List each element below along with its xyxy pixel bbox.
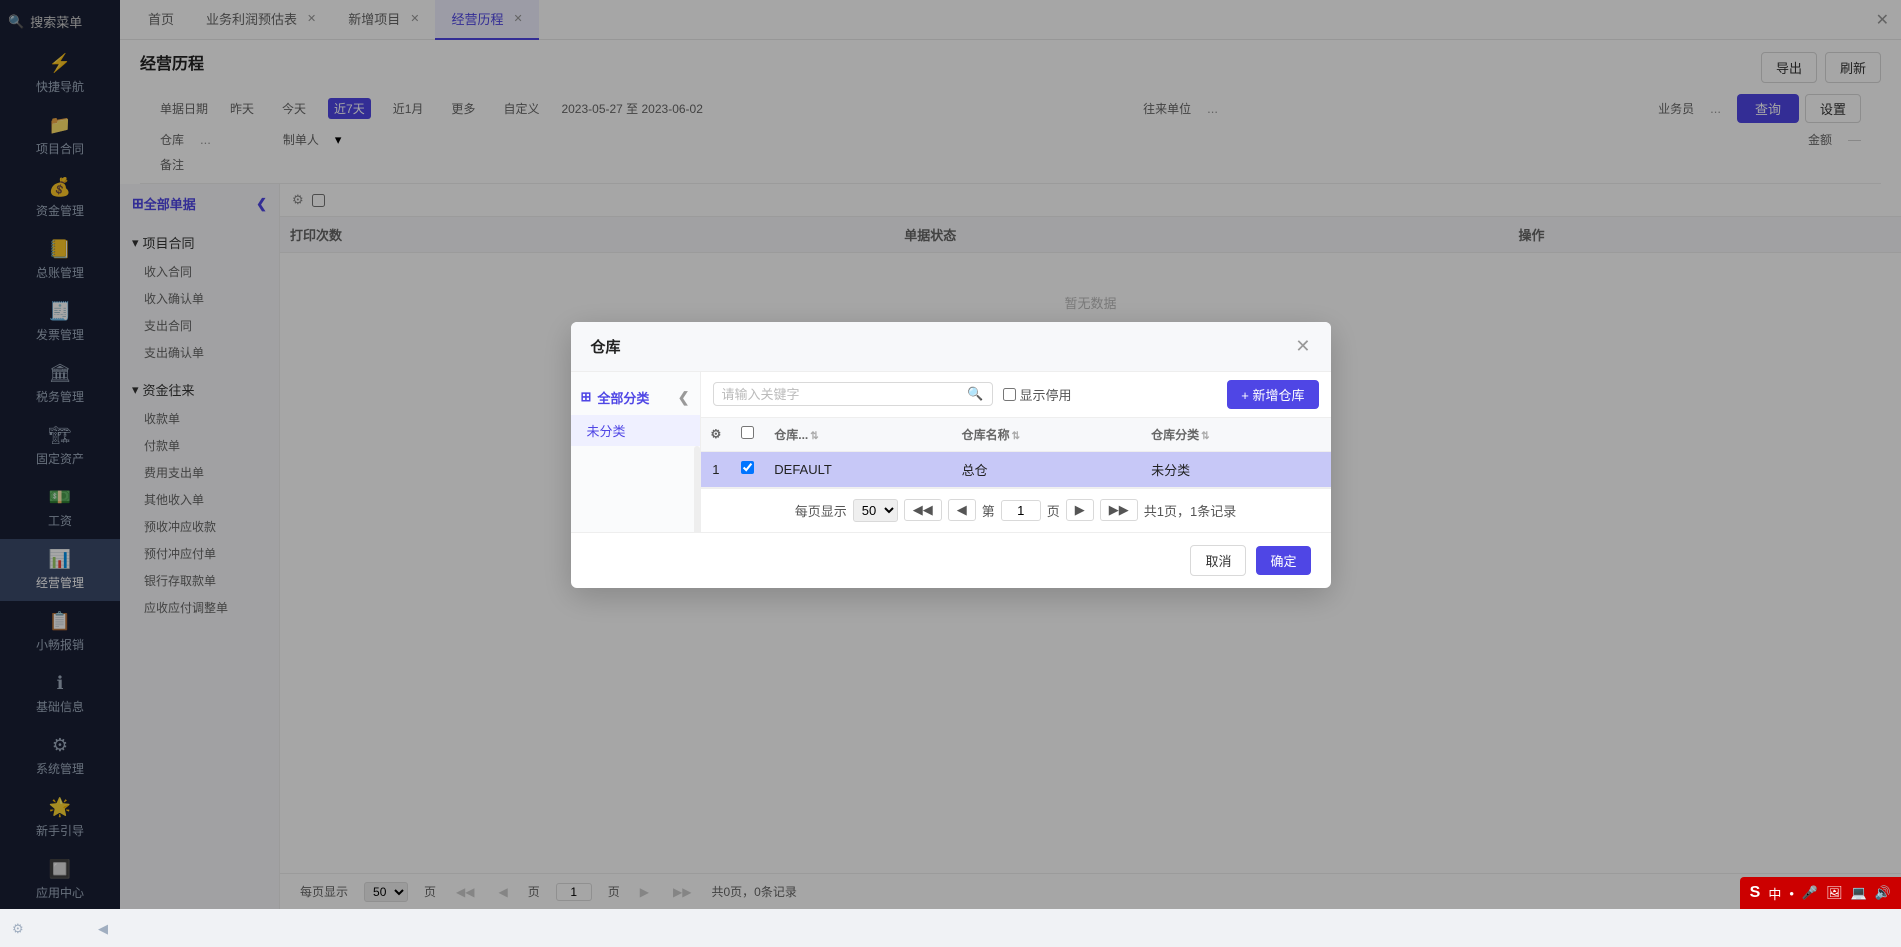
modal-sidebar: ⊞ 全部分类 ❮ 未分类: [571, 372, 701, 532]
cancel-button[interactable]: 取消: [1190, 545, 1246, 576]
taskbar-screen[interactable]: 💻: [1851, 885, 1867, 901]
modal-title: 仓库: [591, 336, 621, 357]
taskbar-text: 中: [1768, 884, 1781, 903]
modal-table-wrap: ⚙ 仓库...⇅ 仓库名称⇅: [701, 418, 1331, 488]
modal-toolbar: 🔍 显示停用 + 新增仓库: [701, 372, 1331, 418]
row-checkbox[interactable]: [731, 451, 764, 487]
modal-close-button[interactable]: ✕: [1295, 336, 1310, 357]
grid-icon-modal: ⊞: [581, 389, 592, 405]
table-row[interactable]: 1 DEFAULT 总仓 未分类: [701, 451, 1331, 487]
modal-next-page[interactable]: ▶: [1066, 499, 1094, 521]
modal-per-page-select[interactable]: 50: [853, 499, 898, 522]
modal-pagination: 每页显示 50 ◀◀ ◀ 第 页 ▶ ▶▶ 共1页，1条记录: [701, 488, 1331, 532]
modal-sidebar-header[interactable]: ⊞ 全部分类 ❮: [571, 380, 700, 415]
show-disabled-checkbox[interactable]: [1003, 388, 1016, 401]
add-warehouse-button[interactable]: + 新增仓库: [1227, 380, 1318, 409]
search-icon-modal: 🔍: [967, 386, 983, 402]
show-disabled-label[interactable]: 显示停用: [1003, 385, 1072, 404]
row-name: 总仓: [952, 451, 1141, 487]
row-code: DEFAULT: [764, 451, 951, 487]
modal-table: ⚙ 仓库...⇅ 仓库名称⇅: [701, 418, 1331, 488]
modal-prev-page[interactable]: ◀: [948, 499, 976, 521]
modal-sidebar-all-label: 全部分类: [597, 388, 649, 407]
sidebar-bottom: ⚙ ◀: [0, 911, 120, 947]
row-select[interactable]: [741, 461, 754, 474]
modal-body: ⊞ 全部分类 ❮ 未分类 🔍: [571, 372, 1331, 532]
modal: 仓库 ✕ ⊞ 全部分类 ❮ 未分类: [571, 322, 1331, 588]
modal-main: 🔍 显示停用 + 新增仓库 ⚙: [701, 372, 1331, 532]
modal-footer: 取消 确定: [571, 532, 1331, 588]
th-code: 仓库...⇅: [764, 418, 951, 452]
th-category: 仓库分类⇅: [1141, 418, 1330, 452]
modal-sidebar-item-unclassified[interactable]: 未分类: [571, 415, 700, 446]
modal-page-input[interactable]: [1001, 500, 1041, 521]
th-name: 仓库名称⇅: [952, 418, 1141, 452]
row-category: 未分类: [1141, 451, 1330, 487]
collapse-icon[interactable]: ◀: [98, 921, 108, 937]
taskbar-img[interactable]: 🖼: [1826, 885, 1843, 901]
confirm-button[interactable]: 确定: [1256, 546, 1310, 575]
modal-total: 共1页，1条记录: [1144, 501, 1236, 520]
taskbar-sound[interactable]: 🔊: [1875, 885, 1891, 901]
taskbar-dot: •: [1789, 886, 1794, 901]
modal-select-all[interactable]: [741, 426, 754, 439]
modal-sidebar-collapse[interactable]: ❮: [678, 389, 690, 406]
modal-header: 仓库 ✕: [571, 322, 1331, 372]
th-gear: ⚙: [701, 418, 732, 452]
taskbar-mic[interactable]: 🎤: [1802, 885, 1818, 901]
search-box: 🔍: [713, 382, 993, 406]
modal-table-header: ⚙ 仓库...⇅ 仓库名称⇅: [701, 418, 1331, 452]
modal-page-label: 第: [982, 501, 995, 520]
modal-first-page[interactable]: ◀◀: [904, 499, 942, 521]
taskbar-logo: S: [1750, 884, 1761, 902]
modal-overlay: 仓库 ✕ ⊞ 全部分类 ❮ 未分类: [0, 0, 1901, 909]
modal-last-page[interactable]: ▶▶: [1100, 499, 1138, 521]
th-checkbox: [731, 418, 764, 452]
modal-page-suffix: 页: [1047, 501, 1060, 520]
settings-icon[interactable]: ⚙: [12, 921, 24, 937]
search-input[interactable]: [722, 387, 968, 402]
row-gear: 1: [701, 451, 732, 487]
modal-per-page-label: 每页显示: [795, 501, 847, 520]
